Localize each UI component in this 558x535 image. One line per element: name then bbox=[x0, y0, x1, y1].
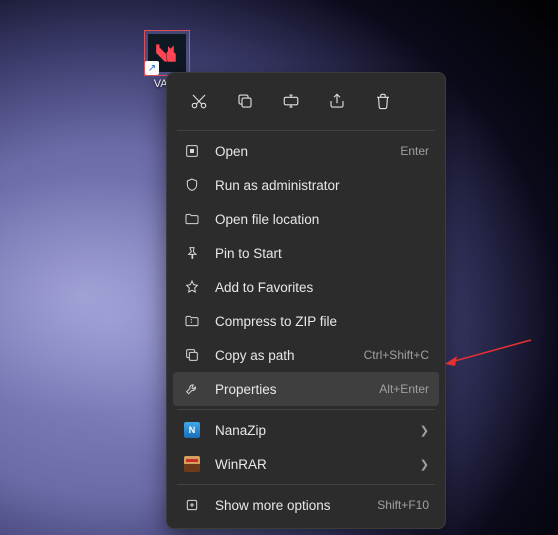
menu-open-file-location[interactable]: Open file location bbox=[173, 202, 439, 236]
menu-open[interactable]: Open Enter bbox=[173, 134, 439, 168]
menu-accelerator: Alt+Enter bbox=[379, 382, 429, 396]
menu-label: Open file location bbox=[215, 212, 429, 227]
delete-button[interactable] bbox=[367, 85, 399, 117]
menu-pin-to-start[interactable]: Pin to Start bbox=[173, 236, 439, 270]
copy-icon bbox=[236, 92, 254, 110]
menu-copy-as-path[interactable]: Copy as path Ctrl+Shift+C bbox=[173, 338, 439, 372]
menu-accelerator: Ctrl+Shift+C bbox=[364, 348, 429, 362]
chevron-right-icon: ❯ bbox=[420, 458, 429, 471]
menu-add-to-favorites[interactable]: Add to Favorites bbox=[173, 270, 439, 304]
cut-button[interactable] bbox=[183, 85, 215, 117]
menu-label: NanaZip bbox=[215, 423, 406, 438]
menu-separator bbox=[177, 484, 435, 485]
menu-label: Open bbox=[215, 144, 386, 159]
pin-icon bbox=[183, 244, 201, 262]
nanazip-icon: N bbox=[183, 421, 201, 439]
menu-separator bbox=[177, 409, 435, 410]
chevron-right-icon: ❯ bbox=[420, 424, 429, 437]
menu-accelerator: Enter bbox=[400, 144, 429, 158]
more-options-icon bbox=[183, 496, 201, 514]
menu-label: Run as administrator bbox=[215, 178, 429, 193]
shortcut-overlay-icon: ↗ bbox=[145, 61, 159, 75]
menu-label: Copy as path bbox=[215, 348, 350, 363]
menu-show-more-options[interactable]: Show more options Shift+F10 bbox=[173, 488, 439, 522]
annotation-arrow bbox=[443, 330, 533, 370]
zip-icon bbox=[183, 312, 201, 330]
shield-icon bbox=[183, 176, 201, 194]
menu-properties[interactable]: Properties Alt+Enter bbox=[173, 372, 439, 406]
menu-label: Add to Favorites bbox=[215, 280, 429, 295]
scissors-icon bbox=[190, 92, 208, 110]
copy-button[interactable] bbox=[229, 85, 261, 117]
share-icon bbox=[328, 92, 346, 110]
copy-path-icon bbox=[183, 346, 201, 364]
star-icon bbox=[183, 278, 201, 296]
menu-label: Properties bbox=[215, 382, 365, 397]
menu-compress-zip[interactable]: Compress to ZIP file bbox=[173, 304, 439, 338]
menu-accelerator: Shift+F10 bbox=[377, 498, 429, 512]
menu-label: Compress to ZIP file bbox=[215, 314, 429, 329]
wrench-icon bbox=[183, 380, 201, 398]
menu-run-as-admin[interactable]: Run as administrator bbox=[173, 168, 439, 202]
menu-nanazip[interactable]: N NanaZip ❯ bbox=[173, 413, 439, 447]
winrar-icon bbox=[183, 455, 201, 473]
trash-icon bbox=[374, 92, 392, 110]
menu-label: WinRAR bbox=[215, 457, 406, 472]
menu-separator bbox=[177, 130, 435, 131]
folder-icon bbox=[183, 210, 201, 228]
rename-icon bbox=[282, 92, 300, 110]
share-button[interactable] bbox=[321, 85, 353, 117]
quick-action-row bbox=[173, 79, 439, 127]
menu-label: Show more options bbox=[215, 498, 363, 513]
context-menu: Open Enter Run as administrator Open fil… bbox=[166, 72, 446, 529]
menu-winrar[interactable]: WinRAR ❯ bbox=[173, 447, 439, 481]
shortcut-icon-selected: ↗ bbox=[144, 30, 190, 76]
open-icon bbox=[183, 142, 201, 160]
rename-button[interactable] bbox=[275, 85, 307, 117]
menu-label: Pin to Start bbox=[215, 246, 429, 261]
